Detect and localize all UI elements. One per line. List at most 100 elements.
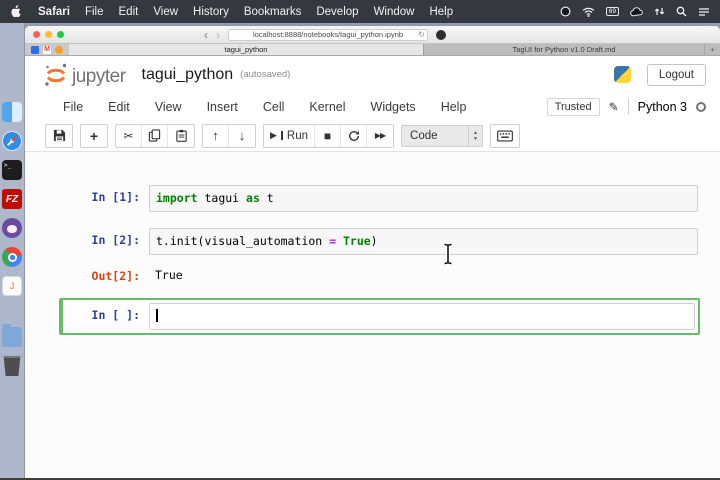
code-token: ) — [370, 234, 378, 248]
menubar-item-help[interactable]: Help — [429, 6, 453, 18]
gmail-icon[interactable]: M — [43, 45, 51, 54]
save-icon — [53, 129, 65, 142]
menubar-item-view[interactable]: View — [153, 6, 178, 18]
jupyter-wordmark: jupyter — [72, 65, 126, 87]
back-button[interactable]: ‹ — [204, 29, 208, 41]
jupyter-logo-icon — [45, 63, 67, 86]
menubar-item-history[interactable]: History — [193, 6, 229, 18]
cut-cell-button[interactable]: ✂ — [116, 124, 142, 147]
user-switch-icon[interactable] — [654, 6, 665, 17]
pinned-favicons: M — [25, 44, 69, 55]
menu-help[interactable]: Help — [441, 100, 467, 114]
move-cell-down-button[interactable]: ↓ — [229, 124, 255, 147]
run-button[interactable]: ▶ Run — [264, 124, 316, 147]
tab-tagui-draft[interactable]: TagUI for Python v1.0 Draft.md — [424, 44, 704, 55]
jupyter-logo[interactable]: jupyter — [43, 62, 126, 88]
chrome-icon[interactable] — [2, 247, 22, 267]
code-token: = — [329, 234, 337, 248]
autosave-status: (autosaved) — [240, 69, 291, 80]
blue-site-icon[interactable] — [31, 45, 39, 54]
code-input-active[interactable] — [149, 303, 695, 330]
menu-widgets[interactable]: Widgets — [371, 100, 416, 114]
paste-cell-button[interactable] — [168, 124, 194, 147]
code-cell-3-selected[interactable]: In [ ]: — [59, 298, 700, 335]
menu-view[interactable]: View — [155, 100, 182, 114]
menu-insert[interactable]: Insert — [207, 100, 238, 114]
menubar-item-window[interactable]: Window — [374, 6, 415, 18]
code-cell-1[interactable]: In [1]: import tagui as t — [63, 185, 698, 212]
run-label: Run — [286, 129, 309, 142]
terminal-icon[interactable]: >_ — [2, 160, 22, 180]
restart-kernel-button[interactable] — [341, 124, 368, 147]
notification-center-icon[interactable] — [698, 7, 710, 17]
finder-icon[interactable] — [2, 102, 22, 122]
address-bar[interactable]: localhost:8888/notebooks/tagui_python.ip… — [228, 28, 428, 41]
circle-app-icon[interactable] — [560, 6, 571, 17]
divider — [627, 99, 629, 114]
save-button[interactable] — [46, 124, 72, 147]
move-down-icon: ↓ — [238, 128, 246, 143]
close-window-button[interactable] — [33, 31, 40, 38]
add-cell-icon: + — [89, 127, 99, 144]
menu-file[interactable]: File — [63, 100, 83, 114]
code-token: tagui — [197, 191, 247, 205]
menubar-item-file[interactable]: File — [85, 6, 104, 18]
reload-icon[interactable]: ↻ — [418, 30, 425, 39]
interrupt-kernel-button[interactable]: ■ — [315, 124, 342, 147]
macos-menubar: Safari File Edit View History Bookmarks … — [0, 0, 720, 23]
restart-kernel-icon — [348, 130, 359, 141]
dropdown-stepper-icon: ▲ ▼ — [468, 125, 482, 146]
output-cell-2: Out[2]: True — [63, 264, 698, 286]
spotlight-search-icon[interactable] — [676, 6, 687, 17]
menubar-item-safari[interactable]: Safari — [38, 6, 70, 18]
restart-run-all-button[interactable]: ▶▶ — [367, 124, 394, 147]
add-cell-button[interactable]: + — [81, 124, 107, 147]
output-value: True — [155, 268, 183, 282]
paste-icon — [175, 129, 187, 142]
menu-cell[interactable]: Cell — [263, 100, 285, 114]
cell-type-dropdown[interactable]: Code ▲ ▼ — [401, 124, 484, 147]
copy-icon — [148, 129, 161, 142]
java-icon[interactable]: J — [2, 276, 22, 296]
wifi-icon[interactable] — [582, 7, 595, 17]
trash-icon[interactable] — [3, 356, 21, 376]
kernel-name: Python 3 — [637, 99, 687, 114]
orange-site-icon[interactable] — [55, 45, 63, 54]
logout-button[interactable]: Logout — [646, 63, 706, 86]
menu-kernel[interactable]: Kernel — [309, 100, 345, 114]
new-tab-button[interactable]: + — [704, 44, 720, 55]
code-input[interactable]: t.init(visual_automation = True) — [149, 228, 698, 255]
notebook-title[interactable]: tagui_python — [142, 66, 234, 84]
github-icon[interactable] — [2, 218, 22, 238]
dock: >_ FZ J — [0, 23, 25, 478]
minimize-window-button[interactable] — [45, 31, 52, 38]
java-glyph: J — [9, 281, 15, 291]
forward-button[interactable]: › — [216, 29, 220, 41]
move-up-icon: ↑ — [212, 128, 219, 143]
url-text: localhost:8888/notebooks/tagui_python.ip… — [252, 30, 404, 39]
cloud-icon[interactable] — [630, 6, 643, 17]
filezilla-icon[interactable]: FZ — [2, 189, 22, 209]
code-input[interactable]: import tagui as t — [149, 185, 698, 212]
menubar-item-edit[interactable]: Edit — [119, 6, 139, 18]
code-token: t — [259, 191, 274, 205]
folder-icon[interactable] — [2, 324, 22, 347]
extension-badge-icon[interactable] — [436, 29, 446, 40]
menubar-item-develop[interactable]: Develop — [316, 6, 358, 18]
kernel-status-icon — [696, 101, 706, 112]
screen: Safari File Edit View History Bookmarks … — [0, 0, 720, 480]
tab-tagui-python[interactable]: tagui_python — [69, 44, 424, 55]
jupyter-header: jupyter tagui_python (autosaved) Logout — [25, 56, 720, 93]
safari-icon[interactable] — [2, 131, 22, 151]
menubar-item-bookmarks[interactable]: Bookmarks — [244, 6, 302, 18]
zoom-window-button[interactable] — [57, 31, 64, 38]
menu-edit[interactable]: Edit — [108, 100, 130, 114]
command-palette-button[interactable] — [491, 124, 520, 147]
code-cell-2[interactable]: In [2]: t.init(visual_automation = True) — [63, 228, 698, 255]
copy-cell-button[interactable] — [142, 124, 168, 147]
move-cell-up-button[interactable]: ↑ — [203, 124, 229, 147]
battery-indicator[interactable]: 69 — [605, 7, 619, 16]
trusted-badge[interactable]: Trusted — [546, 97, 600, 116]
apple-menu-icon[interactable] — [10, 5, 21, 18]
